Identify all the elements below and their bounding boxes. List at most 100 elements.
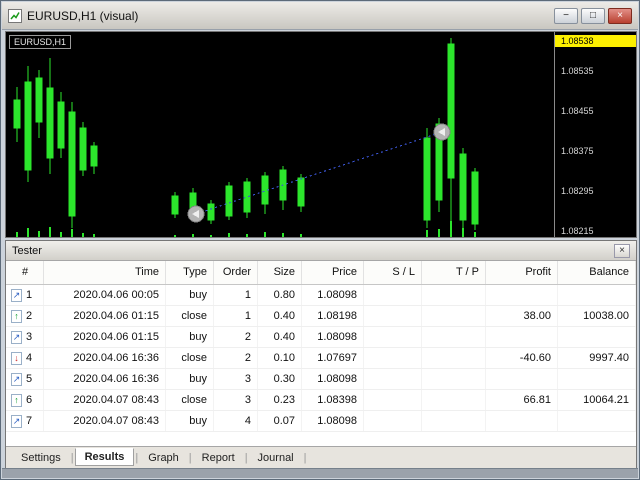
table-cell xyxy=(422,306,486,326)
table-cell xyxy=(422,390,486,410)
table-cell: 2020.04.06 01:15 xyxy=(44,327,166,347)
column-header-size[interactable]: Size xyxy=(258,261,302,284)
table-cell: 2020.04.06 16:36 xyxy=(44,348,166,368)
tab-settings[interactable]: Settings xyxy=(12,450,70,466)
table-cell xyxy=(422,348,486,368)
table-cell xyxy=(558,327,636,347)
minimize-button[interactable]: − xyxy=(554,7,578,24)
table-cell: 2 xyxy=(6,306,44,326)
table-cell: buy xyxy=(166,327,214,347)
table-cell: 2020.04.06 16:36 xyxy=(44,369,166,389)
table-cell xyxy=(364,390,422,410)
open-trade-icon xyxy=(11,414,22,428)
table-cell: 6 xyxy=(6,390,44,410)
table-cell xyxy=(364,348,422,368)
table-cell: 0.07 xyxy=(258,411,302,431)
price-axis-label: 1.08535 xyxy=(561,66,594,76)
table-cell: 0.23 xyxy=(258,390,302,410)
table-cell: 3 xyxy=(214,369,258,389)
window-controls: − □ × xyxy=(554,7,632,24)
profit-trade-icon xyxy=(11,393,22,407)
table-row[interactable]: 12020.04.06 00:05buy10.801.08098 xyxy=(6,285,636,306)
table-cell: 66.81 xyxy=(486,390,558,410)
table-row[interactable]: 22020.04.06 01:15close10.401.08198 38.001… xyxy=(6,306,636,327)
column-header-balance[interactable]: Balance xyxy=(558,261,636,284)
tab-journal[interactable]: Journal xyxy=(249,450,303,466)
tab-separator: | xyxy=(244,451,248,464)
table-cell xyxy=(422,327,486,347)
table-cell: 4 xyxy=(214,411,258,431)
trade-close-marker xyxy=(433,123,451,141)
table-cell: 10064.21 xyxy=(558,390,636,410)
tabs-strip: Settings | Results | Graph | Report | Journal | xyxy=(6,446,636,468)
table-cell xyxy=(364,306,422,326)
table-cell: close xyxy=(166,390,214,410)
table-cell xyxy=(486,327,558,347)
table-cell xyxy=(558,285,636,305)
table-cell xyxy=(364,285,422,305)
table-cell: 2 xyxy=(214,348,258,368)
price-axis[interactable]: 1.08538 1.08535 1.08455 1.08375 1.08295 1.08… xyxy=(554,32,636,237)
chart-window: EURUSD,H1 1.08538 1.08535 1.08455 1.08375 1… xyxy=(5,31,637,238)
table-cell xyxy=(364,327,422,347)
column-header-time[interactable]: Time xyxy=(44,261,166,284)
column-header-type[interactable]: Type xyxy=(166,261,214,284)
tester-panel: Tester × # Time Type Order Size Price S / LT /… xyxy=(5,240,637,469)
tab-report[interactable]: Report xyxy=(193,450,244,466)
table-cell: 1.08098 xyxy=(302,369,364,389)
table-cell xyxy=(364,411,422,431)
price-axis-label: 1.08215 xyxy=(561,226,594,236)
table-cell: 1.08098 xyxy=(302,327,364,347)
restore-button[interactable]: □ xyxy=(581,7,605,24)
tester-close-button[interactable]: × xyxy=(614,243,630,258)
table-row[interactable]: 62020.04.07 08:43close30.231.08398 66.811… xyxy=(6,390,636,411)
table-cell: 1.08098 xyxy=(302,411,364,431)
tab-separator: | xyxy=(135,451,139,464)
tab-separator: | xyxy=(188,451,192,464)
table-cell: -40.60 xyxy=(486,348,558,368)
window-titlebar[interactable]: EURUSD,H1 (visual) − □ × xyxy=(2,2,638,30)
table-cell xyxy=(486,285,558,305)
table-row[interactable]: 42020.04.06 16:36close20.101.07697 -40.60… xyxy=(6,348,636,369)
close-button[interactable]: × xyxy=(608,7,632,24)
table-cell: close xyxy=(166,306,214,326)
table-cell: 2020.04.06 00:05 xyxy=(44,285,166,305)
price-axis-label: 1.08455 xyxy=(561,106,594,116)
table-cell: 1 xyxy=(214,285,258,305)
candles-svg[interactable] xyxy=(6,32,554,237)
table-row[interactable]: 72020.04.07 08:43buy40.071.08098 xyxy=(6,411,636,432)
table-cell: 0.40 xyxy=(258,327,302,347)
tab-graph[interactable]: Graph xyxy=(139,450,188,466)
table-row[interactable]: 32020.04.06 01:15buy20.401.08098 xyxy=(6,327,636,348)
column-header-sl[interactable]: S / L xyxy=(364,261,422,284)
table-cell: 2020.04.06 01:15 xyxy=(44,306,166,326)
column-header-profit[interactable]: Profit xyxy=(486,261,558,284)
tester-titlebar[interactable]: Tester × xyxy=(6,241,636,261)
table-cell: buy xyxy=(166,369,214,389)
column-header-price[interactable]: Price xyxy=(302,261,364,284)
profit-trade-icon xyxy=(11,309,22,323)
table-cell: 10038.00 xyxy=(558,306,636,326)
price-axis-label: 1.08295 xyxy=(561,186,594,196)
table-row[interactable]: 52020.04.06 16:36buy30.301.08098 xyxy=(6,369,636,390)
table-cell: 3 xyxy=(214,390,258,410)
column-header-#[interactable]: # xyxy=(6,261,44,284)
tester-title: Tester xyxy=(12,244,42,257)
open-trade-icon xyxy=(11,330,22,344)
open-trade-icon xyxy=(11,372,22,386)
open-trade-icon xyxy=(11,288,22,302)
tab-results[interactable]: Results xyxy=(74,447,135,466)
table-cell: 7 xyxy=(6,411,44,431)
table-cell: 1 xyxy=(214,306,258,326)
table-cell: buy xyxy=(166,411,214,431)
column-header-order[interactable]: Order xyxy=(214,261,258,284)
table-cell: 1.08398 xyxy=(302,390,364,410)
table-cell: 1.08098 xyxy=(302,285,364,305)
table-cell xyxy=(422,369,486,389)
table-cell xyxy=(558,411,636,431)
loss-trade-icon xyxy=(11,351,22,365)
tab-separator: | xyxy=(303,451,307,464)
table-cell: 1.07697 xyxy=(302,348,364,368)
column-header-tp[interactable]: T / P xyxy=(422,261,486,284)
table-cell xyxy=(486,369,558,389)
